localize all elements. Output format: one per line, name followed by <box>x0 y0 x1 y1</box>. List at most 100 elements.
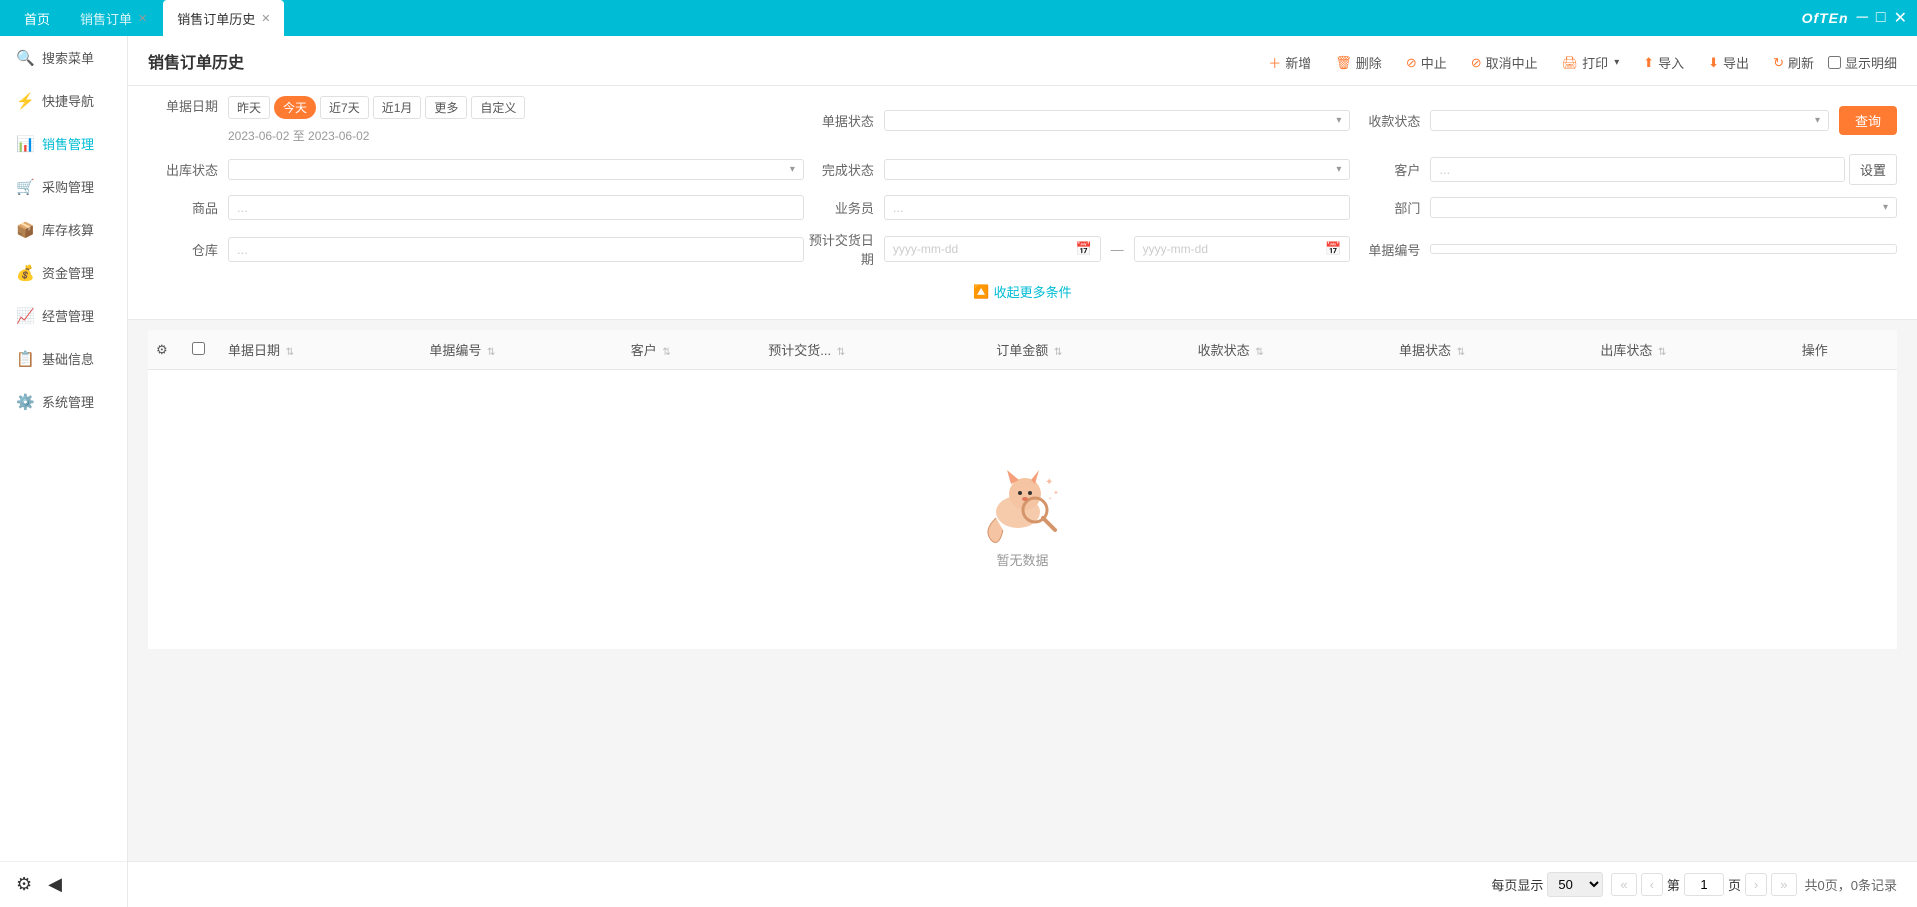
department-select[interactable]: ▾ <box>1430 197 1897 218</box>
capital-mgmt-icon: 💰 <box>16 264 34 282</box>
tab-sales-order[interactable]: 销售订单 ✕ <box>66 0 161 36</box>
filter-row-2: 出库状态 ▾ 完成状态 ▾ 客户 ... <box>148 154 1897 185</box>
warehouse-input[interactable]: ... <box>228 237 804 262</box>
empty-illustration: ✦ ✦ ✦ <box>973 450 1073 550</box>
sidebar-item-purchase-mgmt-label: 采购管理 <box>42 177 94 196</box>
topbar-close-btn[interactable]: ✕ <box>1894 8 1907 28</box>
th-bill-status: 单据状态 ⇅ <box>1391 330 1592 370</box>
sidebar-item-search-menu[interactable]: 🔍 搜索菜单 <box>0 36 127 79</box>
new-button[interactable]: ＋ + 新增 新增 <box>1258 48 1321 77</box>
brand-text: OfTEn <box>1802 10 1849 26</box>
refresh-button[interactable]: ↻ 刷新 <box>1763 48 1824 77</box>
system-mgmt-icon: ⚙️ <box>16 393 34 411</box>
select-all-checkbox[interactable] <box>192 342 205 355</box>
bill-status-select[interactable]: ▾ <box>884 110 1351 131</box>
delivery-date-to[interactable]: yyyy-mm-dd 📅 <box>1134 236 1351 262</box>
sort-payment-icon[interactable]: ⇅ <box>1255 347 1263 358</box>
th-delivery-status: 出库状态 ⇅ <box>1592 330 1793 370</box>
toolbar: ＋ + 新增 新增 🗑 删除 ⊘ 中止 ⊘ 取消中止 🖨 <box>1258 48 1897 85</box>
cancel-stop-icon: ⊘ <box>1471 55 1482 71</box>
page-header: 销售订单历史 ＋ + 新增 新增 🗑 删除 ⊘ 中止 ⊘ 取消中止 <box>128 36 1917 86</box>
import-button[interactable]: ⬆ 导入 <box>1633 48 1694 77</box>
salesperson-label: 业务员 <box>804 198 884 217</box>
sidebar-item-system-mgmt-label: 系统管理 <box>42 392 94 411</box>
sidebar-item-capital-mgmt[interactable]: 💰 资金管理 <box>0 251 127 294</box>
sidebar-item-operations-mgmt[interactable]: 📈 经营管理 <box>0 294 127 337</box>
date-btn-1month[interactable]: 近1月 <box>373 96 422 119</box>
sort-delivery-icon[interactable]: ⇅ <box>837 347 845 358</box>
sidebar-item-quick-nav[interactable]: ⚡ 快捷导航 <box>0 79 127 122</box>
th-ops: 操作 <box>1794 330 1897 370</box>
sidebar-item-basic-info[interactable]: 📋 基础信息 <box>0 337 127 380</box>
date-btn-today[interactable]: 今天 <box>274 96 316 119</box>
sort-delivery-status-icon[interactable]: ⇅ <box>1658 347 1666 358</box>
tab-home-label: 首页 <box>24 9 50 28</box>
page-unit: 页 <box>1728 875 1741 894</box>
page-size-select: 每页显示 50 10 20 100 <box>1491 872 1603 897</box>
th-payment-status: 收款状态 ⇅ <box>1190 330 1391 370</box>
sidebar-settings-icon[interactable]: ⚙ <box>16 874 32 895</box>
cancel-stop-button[interactable]: ⊘ 取消中止 <box>1461 48 1548 77</box>
print-button[interactable]: 🖨 打印 <box>1552 48 1630 77</box>
sidebar-item-inventory-label: 库存核算 <box>42 220 94 239</box>
sidebar-item-search-menu-label: 搜索菜单 <box>42 48 94 67</box>
collapse-filters-btn[interactable]: 🔼 收起更多条件 <box>148 278 1897 309</box>
search-button[interactable]: 查询 <box>1839 106 1897 135</box>
print-icon: 🖨 <box>1562 55 1579 71</box>
delete-button[interactable]: 🗑 删除 <box>1325 48 1392 77</box>
date-btn-7days[interactable]: 近7天 <box>320 96 369 119</box>
topbar-maximize-btn[interactable]: □ <box>1876 9 1886 27</box>
tab-sales-order-history[interactable]: 销售订单历史 ✕ <box>163 0 284 36</box>
stop-button[interactable]: ⊘ 中止 <box>1396 48 1457 77</box>
show-detail-checkbox[interactable] <box>1828 56 1841 69</box>
th-customer: 客户 ⇅ <box>623 330 761 370</box>
th-settings[interactable]: ⚙ <box>148 330 184 370</box>
prev-page-btn[interactable]: ‹ <box>1641 873 1663 896</box>
payment-status-select[interactable]: ▾ <box>1430 110 1829 131</box>
table-settings-icon[interactable]: ⚙ <box>156 342 168 357</box>
date-btn-yesterday[interactable]: 昨天 <box>228 96 270 119</box>
empty-text: 暂无数据 <box>996 550 1048 569</box>
sort-amount-icon[interactable]: ⇅ <box>1054 347 1062 358</box>
sidebar-item-purchase-mgmt[interactable]: 🛒 采购管理 <box>0 165 127 208</box>
total-text: 共0页，0条记录 <box>1805 875 1897 894</box>
salesperson-input[interactable]: ... <box>884 195 1351 220</box>
bill-number-input[interactable] <box>1430 244 1897 254</box>
first-page-btn[interactable]: « <box>1611 873 1636 896</box>
delivery-date-from[interactable]: yyyy-mm-dd 📅 <box>884 236 1101 262</box>
table-wrapper: ⚙ 单据日期 ⇅ 单据编号 ⇅ <box>128 320 1917 861</box>
filter-row-4: 仓库 ... 预计交货日期 yyyy-mm-dd 📅 — yyyy <box>148 230 1897 268</box>
new-icon: ＋ <box>1268 53 1281 72</box>
date-btn-custom[interactable]: 自定义 <box>471 96 525 119</box>
sort-number-icon[interactable]: ⇅ <box>487 347 495 358</box>
topbar-minimize-btn[interactable]: ─ <box>1857 9 1868 27</box>
complete-status-select[interactable]: ▾ <box>884 159 1351 180</box>
last-page-btn[interactable]: » <box>1771 873 1796 896</box>
sidebar-collapse-icon[interactable]: ◀ <box>48 874 62 895</box>
goods-input[interactable]: ... <box>228 195 804 220</box>
next-page-btn[interactable]: › <box>1745 873 1767 896</box>
settings-button[interactable]: 设置 <box>1849 154 1897 185</box>
tab-sales-order-history-close[interactable]: ✕ <box>261 12 270 25</box>
per-page-selector[interactable]: 50 10 20 100 <box>1547 872 1603 897</box>
delete-icon: 🗑 <box>1335 55 1352 71</box>
th-check[interactable] <box>184 330 220 370</box>
sidebar-item-system-mgmt[interactable]: ⚙️ 系统管理 <box>0 380 127 423</box>
customer-input[interactable]: ... <box>1430 157 1845 182</box>
sort-bill-icon[interactable]: ⇅ <box>1457 347 1465 358</box>
delivery-status-select[interactable]: ▾ <box>228 159 804 180</box>
sidebar-item-sales-mgmt[interactable]: 📊 销售管理 <box>0 122 127 165</box>
svg-text:✦: ✦ <box>1048 496 1052 502</box>
date-btn-more[interactable]: 更多 <box>425 96 467 119</box>
sort-customer-icon[interactable]: ⇅ <box>662 347 670 358</box>
show-detail-checkbox-label[interactable]: 显示明细 <box>1828 53 1897 72</box>
page-input[interactable] <box>1684 873 1724 896</box>
customer-label: 客户 <box>1350 160 1430 179</box>
sidebar-item-inventory[interactable]: 📦 库存核算 <box>0 208 127 251</box>
stop-icon: ⊘ <box>1406 55 1417 71</box>
sort-date-icon[interactable]: ⇅ <box>286 347 294 358</box>
operations-mgmt-icon: 📈 <box>16 307 34 325</box>
tab-sales-order-close[interactable]: ✕ <box>138 12 147 25</box>
export-button[interactable]: ⬇ 导出 <box>1698 48 1759 77</box>
tab-home[interactable]: 首页 <box>10 0 64 36</box>
